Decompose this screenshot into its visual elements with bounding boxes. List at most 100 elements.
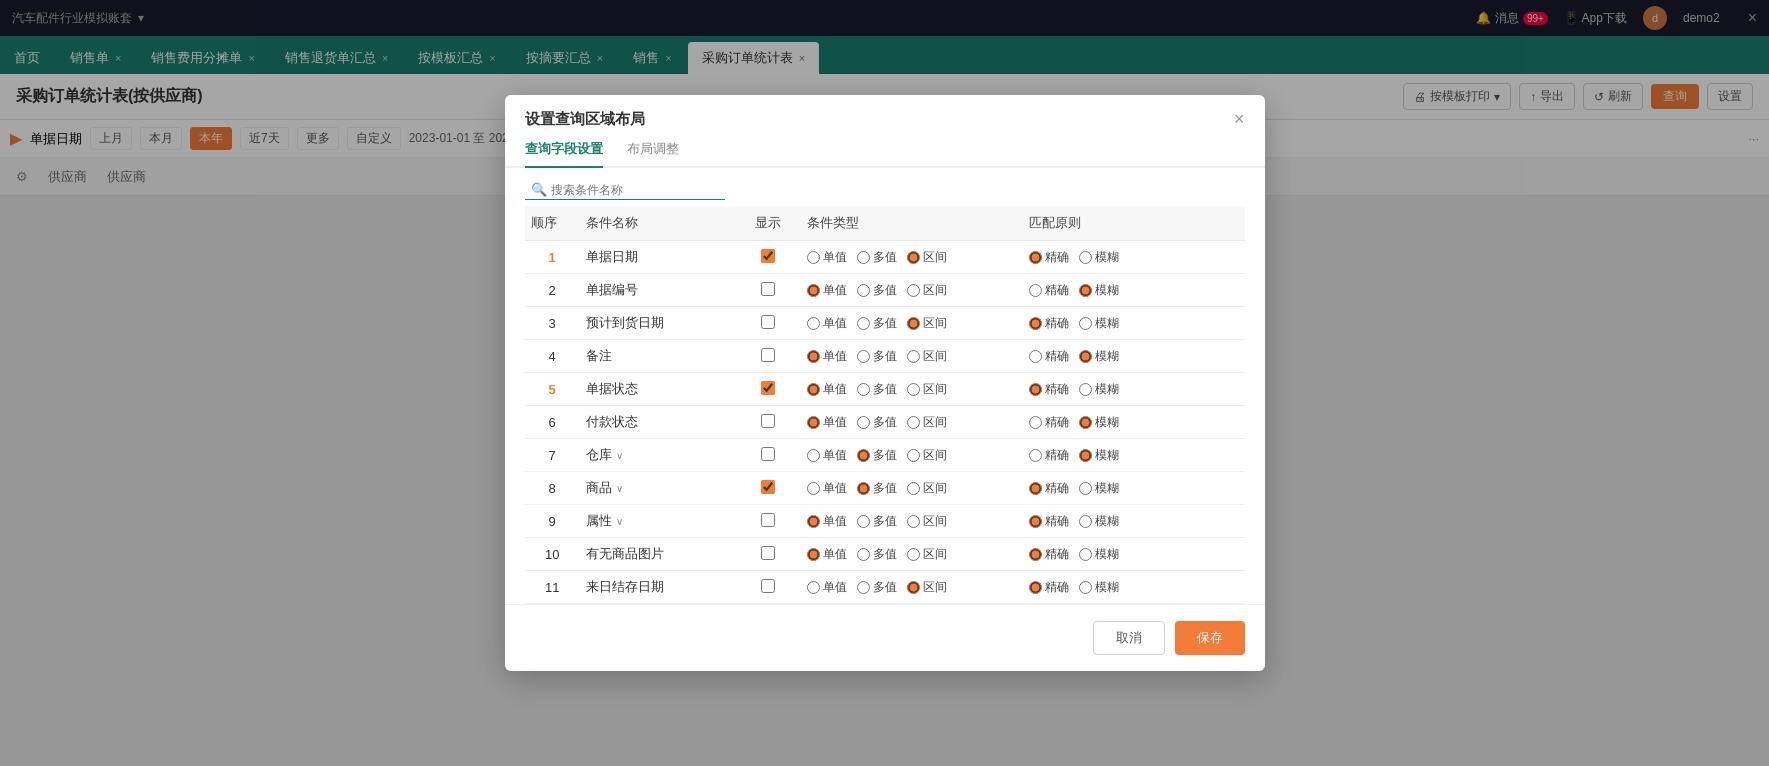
cell-match: 精确模糊 (1023, 340, 1245, 373)
match-option-exact[interactable]: 精确 (1029, 546, 1069, 563)
type-option-range[interactable]: 区间 (907, 447, 947, 464)
type-option-multi[interactable]: 多值 (857, 447, 897, 464)
cell-match: 精确模糊 (1023, 538, 1245, 571)
table-row: 2单据编号单值多值区间精确模糊 (525, 274, 1245, 307)
cell-name: 单据日期 (580, 241, 735, 274)
match-option-fuzzy[interactable]: 模糊 (1079, 249, 1119, 266)
match-option-exact[interactable]: 精确 (1029, 480, 1069, 497)
modal-close-button[interactable]: × (1234, 109, 1245, 130)
match-option-fuzzy[interactable]: 模糊 (1079, 348, 1119, 365)
show-checkbox[interactable] (761, 579, 775, 593)
modal-backdrop: 设置查询区域布局 × 查询字段设置 布局调整 🔍 顺序 条件名称 显示 (0, 0, 1769, 766)
type-option-range[interactable]: 区间 (907, 513, 947, 530)
cell-show (735, 439, 801, 472)
save-button[interactable]: 保存 (1175, 621, 1245, 655)
cell-type: 单值多值区间 (801, 241, 1023, 274)
show-checkbox[interactable] (761, 282, 775, 296)
type-option-single[interactable]: 单值 (807, 414, 847, 431)
match-option-exact[interactable]: 精确 (1029, 282, 1069, 299)
search-box: 🔍 (525, 180, 725, 200)
type-option-single[interactable]: 单值 (807, 282, 847, 299)
type-option-range[interactable]: 区间 (907, 414, 947, 431)
table-row: 1单据日期单值多值区间精确模糊 (525, 241, 1245, 274)
match-option-exact[interactable]: 精确 (1029, 579, 1069, 596)
cell-show (735, 472, 801, 505)
type-option-multi[interactable]: 多值 (857, 249, 897, 266)
type-option-range[interactable]: 区间 (907, 249, 947, 266)
type-option-single[interactable]: 单值 (807, 513, 847, 530)
type-option-multi[interactable]: 多值 (857, 513, 897, 530)
match-option-fuzzy[interactable]: 模糊 (1079, 513, 1119, 530)
type-option-range[interactable]: 区间 (907, 546, 947, 563)
type-option-multi[interactable]: 多值 (857, 546, 897, 563)
cell-show (735, 241, 801, 274)
type-option-multi[interactable]: 多值 (857, 480, 897, 497)
cell-show (735, 307, 801, 340)
match-option-exact[interactable]: 精确 (1029, 414, 1069, 431)
show-checkbox[interactable] (761, 546, 775, 560)
cell-order: 6 (525, 406, 580, 439)
cell-show (735, 340, 801, 373)
match-option-exact[interactable]: 精确 (1029, 447, 1069, 464)
cell-name: 付款状态 (580, 406, 735, 439)
tab-query-fields[interactable]: 查询字段设置 (525, 140, 603, 168)
match-option-fuzzy[interactable]: 模糊 (1079, 381, 1119, 398)
cell-type: 单值多值区间 (801, 505, 1023, 538)
type-option-single[interactable]: 单值 (807, 249, 847, 266)
type-option-multi[interactable]: 多值 (857, 381, 897, 398)
table-row: 8商品 ∨单值多值区间精确模糊 (525, 472, 1245, 505)
type-option-multi[interactable]: 多值 (857, 579, 897, 596)
cell-show (735, 505, 801, 538)
match-option-fuzzy[interactable]: 模糊 (1079, 447, 1119, 464)
type-option-range[interactable]: 区间 (907, 315, 947, 332)
match-option-fuzzy[interactable]: 模糊 (1079, 282, 1119, 299)
match-option-exact[interactable]: 精确 (1029, 348, 1069, 365)
type-option-multi[interactable]: 多值 (857, 315, 897, 332)
show-checkbox[interactable] (761, 348, 775, 362)
type-option-multi[interactable]: 多值 (857, 282, 897, 299)
type-option-range[interactable]: 区间 (907, 381, 947, 398)
type-option-single[interactable]: 单值 (807, 480, 847, 497)
type-option-single[interactable]: 单值 (807, 381, 847, 398)
type-option-single[interactable]: 单值 (807, 447, 847, 464)
show-checkbox[interactable] (761, 381, 775, 395)
show-checkbox[interactable] (761, 249, 775, 263)
cell-name: 有无商品图片 (580, 538, 735, 571)
type-option-range[interactable]: 区间 (907, 282, 947, 299)
tab-layout[interactable]: 布局调整 (627, 140, 679, 168)
match-option-fuzzy[interactable]: 模糊 (1079, 546, 1119, 563)
match-option-exact[interactable]: 精确 (1029, 381, 1069, 398)
modal-dialog: 设置查询区域布局 × 查询字段设置 布局调整 🔍 顺序 条件名称 显示 (505, 95, 1265, 671)
type-option-range[interactable]: 区间 (907, 480, 947, 497)
match-option-exact[interactable]: 精确 (1029, 249, 1069, 266)
show-checkbox[interactable] (761, 513, 775, 527)
modal-table: 顺序 条件名称 显示 条件类型 匹配原则 1单据日期单值多值区间精确模糊2单据编… (505, 206, 1265, 604)
show-checkbox[interactable] (761, 315, 775, 329)
conditions-table: 顺序 条件名称 显示 条件类型 匹配原则 1单据日期单值多值区间精确模糊2单据编… (525, 206, 1245, 604)
cell-type: 单值多值区间 (801, 307, 1023, 340)
cell-order: 4 (525, 340, 580, 373)
show-checkbox[interactable] (761, 480, 775, 494)
type-option-range[interactable]: 区间 (907, 348, 947, 365)
type-option-multi[interactable]: 多值 (857, 348, 897, 365)
show-checkbox[interactable] (761, 414, 775, 428)
type-option-multi[interactable]: 多值 (857, 414, 897, 431)
table-row: 5单据状态单值多值区间精确模糊 (525, 373, 1245, 406)
type-option-single[interactable]: 单值 (807, 315, 847, 332)
type-option-single[interactable]: 单值 (807, 546, 847, 563)
match-option-fuzzy[interactable]: 模糊 (1079, 480, 1119, 497)
type-option-single[interactable]: 单值 (807, 579, 847, 596)
cancel-button[interactable]: 取消 (1093, 621, 1165, 655)
match-option-fuzzy[interactable]: 模糊 (1079, 579, 1119, 596)
cell-match: 精确模糊 (1023, 571, 1245, 604)
table-header-row: 顺序 条件名称 显示 条件类型 匹配原则 (525, 206, 1245, 241)
match-option-fuzzy[interactable]: 模糊 (1079, 315, 1119, 332)
search-input[interactable] (551, 183, 711, 197)
type-option-single[interactable]: 单值 (807, 348, 847, 365)
show-checkbox[interactable] (761, 447, 775, 461)
match-option-exact[interactable]: 精确 (1029, 513, 1069, 530)
type-option-range[interactable]: 区间 (907, 579, 947, 596)
cell-match: 精确模糊 (1023, 472, 1245, 505)
match-option-fuzzy[interactable]: 模糊 (1079, 414, 1119, 431)
match-option-exact[interactable]: 精确 (1029, 315, 1069, 332)
